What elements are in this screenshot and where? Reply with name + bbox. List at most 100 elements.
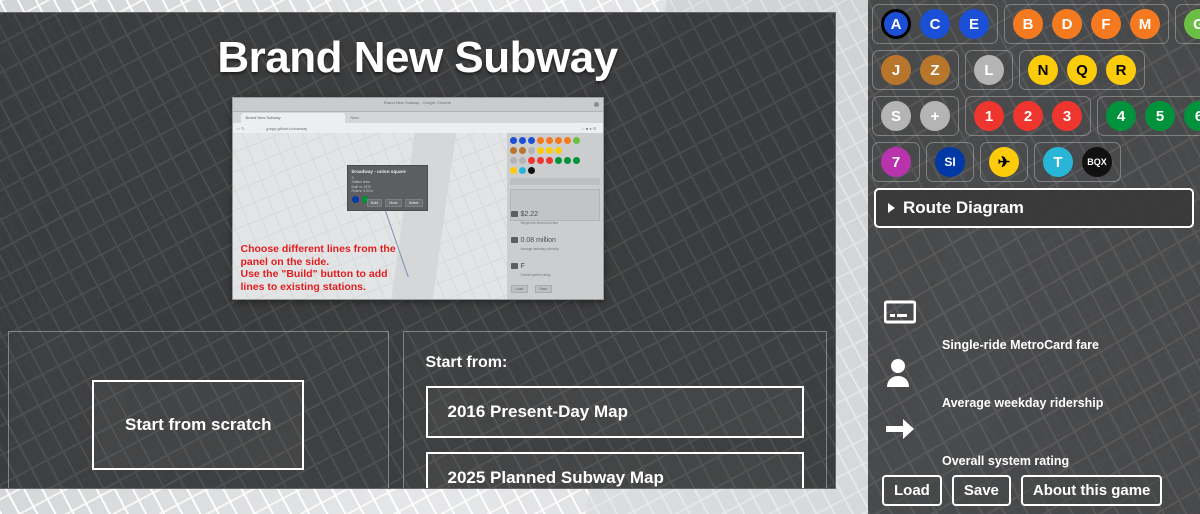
- line-group-1-2: NQR: [1019, 50, 1145, 90]
- start-from-scratch-button[interactable]: Start from scratch: [92, 380, 305, 470]
- demo-panel-row-3: [509, 167, 600, 174]
- start-from-scratch-card: Start from scratch: [8, 331, 389, 488]
- demo-stat-ridership-value: 0.08 million: [520, 237, 556, 244]
- line-bullet-5[interactable]: 5: [1145, 101, 1175, 131]
- stat-ridership: Average weekday ridership: [884, 358, 1190, 416]
- line-group-2-1: 123: [965, 96, 1091, 136]
- line-bullet-x[interactable]: ✈: [989, 147, 1019, 177]
- demo-popup-detail-2: Riders: 0.01m: [351, 189, 373, 194]
- stat-rating: Overall system rating: [884, 416, 1190, 474]
- line-group-3-1: SI: [926, 142, 974, 182]
- line-bullet-groups: A C E B D F M G J Z L N Q R S +1 2 3 4 5 6 7 SI ✈ T BQX: [872, 4, 1200, 182]
- demo-screenshot: Brand New Subway - Google Chrome Brand N…: [231, 97, 604, 300]
- stat-fare: Single-ride MetroCard fare: [883, 300, 1190, 358]
- demo-panel-row-2: [509, 157, 600, 164]
- line-bullet-a[interactable]: A: [881, 9, 911, 39]
- demo-instruction-text: Choose different lines from the panel on…: [241, 243, 415, 293]
- demo-stat-fare-label: Single-ride MetroCard fare: [520, 221, 559, 225]
- stat-rating-label: Overall system rating: [942, 454, 1070, 468]
- demo-tab-new: New: [350, 115, 359, 120]
- line-group-2-2: 456: [1097, 96, 1200, 136]
- demo-tab-active: Brand New Subway: [240, 113, 345, 123]
- demo-nav-icons: ‹ › ↻: [236, 126, 245, 131]
- line-bullet-4[interactable]: 4: [1106, 101, 1136, 131]
- line-group-3-3: T BQX: [1034, 142, 1121, 182]
- line-bullet-r[interactable]: R: [1106, 55, 1136, 85]
- route-diagram-label: Route Diagram: [903, 198, 1024, 217]
- line-bullet-7[interactable]: 7: [881, 147, 911, 177]
- line-bullet-c[interactable]: C: [920, 9, 950, 39]
- line-bullet-t[interactable]: T: [1043, 147, 1073, 177]
- demo-stat-rating-value: F: [520, 263, 525, 270]
- person-icon: [884, 358, 916, 388]
- line-bullet-d[interactable]: D: [1052, 9, 1082, 39]
- line-sidebar: A C E B D F M G J Z L N Q R S +1 2 3 4 5 6 7 SI ✈ T BQX Route Dia…: [868, 0, 1200, 514]
- demo-toolbar-icons: ☆ ■ ● ⚙: [581, 126, 597, 131]
- demo-note-line-2: Use the "Build" button to add: [240, 268, 388, 280]
- save-button[interactable]: Save: [951, 475, 1011, 506]
- line-bullet-l[interactable]: L: [974, 55, 1004, 85]
- map-option-2025[interactable]: 2025 Planned Subway Map: [425, 452, 804, 488]
- line-bullet-bqx[interactable]: BQX: [1082, 147, 1112, 177]
- demo-stat-fare: $2.22 Single-ride MetroCard fare: [510, 203, 599, 225]
- demo-note-line-3: lines to existing stations.: [240, 280, 366, 293]
- demo-window-close-icon: [593, 102, 599, 107]
- demo-popup-title: broadway - union square: [351, 169, 406, 174]
- line-bullet-b[interactable]: B: [1013, 9, 1043, 39]
- line-bullet-x[interactable]: +: [920, 101, 950, 131]
- welcome-modal: Brand New Subway Brand New Subway - Goog…: [0, 12, 836, 489]
- demo-panel-save-button: Save: [534, 285, 553, 293]
- line-bullet-n[interactable]: N: [1028, 55, 1058, 85]
- demo-side-panel: $2.22 Single-ride MetroCard fare 0.08 mi…: [506, 133, 603, 299]
- demo-popup-build-button: Build: [366, 199, 383, 207]
- demo-url-text: jpopp.github.io/subway: [266, 126, 308, 131]
- arrow-right-icon: [884, 416, 916, 446]
- line-bullet-m[interactable]: M: [1130, 9, 1160, 39]
- about-button[interactable]: About this game: [1020, 475, 1163, 506]
- line-bullet-6[interactable]: 6: [1184, 101, 1200, 131]
- demo-metrocard-icon: [510, 211, 518, 217]
- demo-note-line-1: panel on the side.: [240, 255, 330, 268]
- line-bullet-si[interactable]: SI: [935, 147, 965, 177]
- line-row-0: ACEBDFMG: [872, 4, 1200, 44]
- demo-popup-move-button: Move: [385, 199, 402, 207]
- demo-panel-load-button: Load: [510, 285, 529, 293]
- demo-stat-rating: F Overall system rating: [510, 255, 599, 277]
- line-group-0-2: G: [1175, 4, 1200, 44]
- demo-map-area: broadway - union square ✎ Station lines …: [232, 133, 507, 299]
- demo-arrow-icon: [510, 263, 518, 269]
- demo-browser-body: broadway - union square ✎ Station lines …: [232, 133, 603, 299]
- line-bullet-2[interactable]: 2: [1013, 101, 1043, 131]
- demo-popup-delete-button: Delete: [404, 199, 423, 207]
- demo-panel-row-1: [509, 147, 600, 154]
- demo-panel-stats: $2.22 Single-ride MetroCard fare 0.08 mi…: [510, 203, 599, 281]
- line-bullet-z[interactable]: Z: [920, 55, 950, 85]
- line-bullet-g[interactable]: G: [1184, 9, 1200, 39]
- system-stats: Single-ride MetroCard fare Average weekd…: [883, 300, 1190, 474]
- demo-stat-ridership-label: Average weekday ridership: [520, 247, 559, 251]
- demo-panel-buttons: Load Save: [510, 277, 555, 295]
- line-bullet-s[interactable]: S: [881, 101, 911, 131]
- map-option-2016[interactable]: 2016 Present-Day Map: [425, 386, 804, 438]
- demo-popup-buttons: Build Move Delete: [352, 199, 423, 207]
- demo-person-icon: [510, 237, 518, 243]
- triangle-right-icon: [888, 203, 895, 213]
- line-bullet-q[interactable]: Q: [1067, 55, 1097, 85]
- demo-note-line-0: Choose different lines from the: [240, 243, 396, 255]
- demo-panel-section-label: [509, 178, 600, 185]
- stat-ridership-label: Average weekday ridership: [942, 396, 1104, 410]
- demo-window-title: Brand New Subway - Google Chrome: [384, 100, 451, 105]
- line-bullet-3[interactable]: 3: [1052, 101, 1082, 131]
- start-from-label: Start from:: [425, 354, 508, 371]
- line-bullet-j[interactable]: J: [881, 55, 911, 85]
- route-diagram-toggle[interactable]: Route Diagram: [874, 188, 1194, 228]
- demo-panel-row-0: [509, 137, 600, 144]
- line-bullet-e[interactable]: E: [959, 9, 989, 39]
- line-group-0-0: ACE: [872, 4, 998, 44]
- stat-fare-label: Single-ride MetroCard fare: [942, 338, 1099, 352]
- line-row-3: 7 SI ✈ T BQX: [872, 142, 1196, 182]
- load-button[interactable]: Load: [882, 475, 942, 506]
- line-bullet-1[interactable]: 1: [974, 101, 1004, 131]
- line-bullet-f[interactable]: F: [1091, 9, 1121, 39]
- demo-browser-titlebar: Brand New Subway - Google Chrome: [232, 98, 603, 112]
